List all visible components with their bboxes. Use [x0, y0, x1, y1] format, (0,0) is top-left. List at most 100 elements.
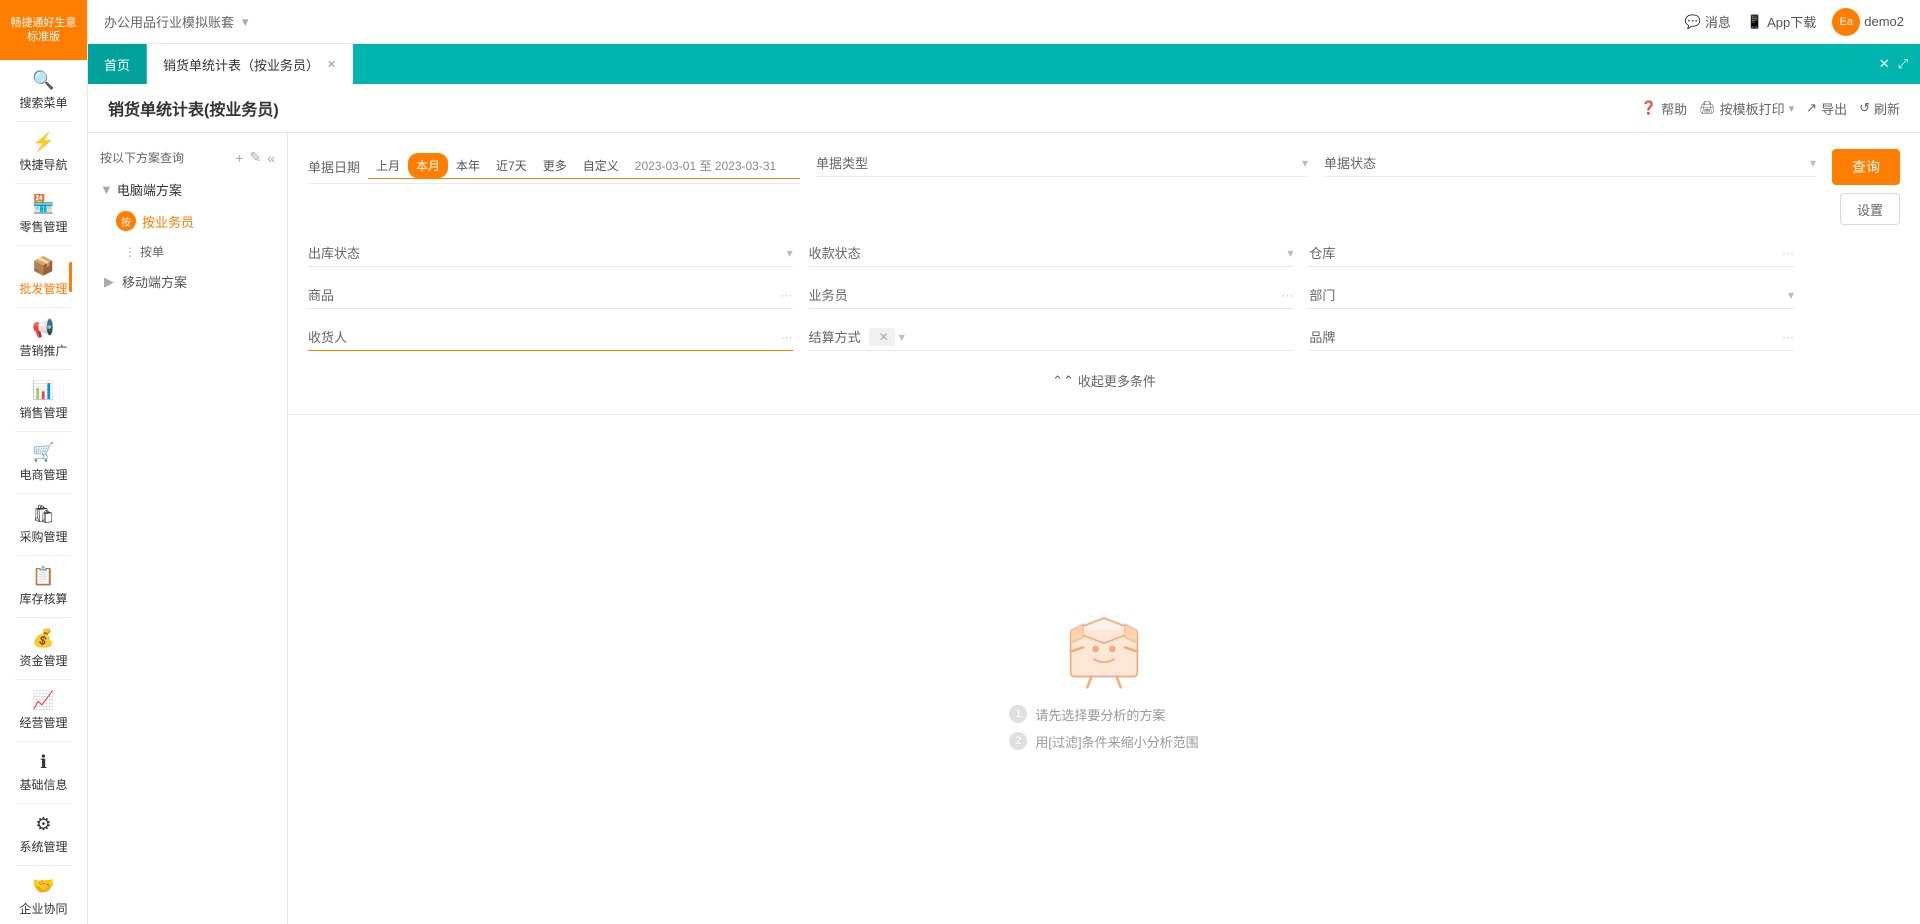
filter-area: 单据日期 上月 本月 本年 近7天 更多 自定义 2023-03-01 至 20… [288, 133, 1920, 415]
print-dropdown-icon: ▾ [1789, 102, 1795, 115]
doc-status-dropdown-icon[interactable]: ▾ [1810, 156, 1816, 170]
sidebar-item-12[interactable]: ⚙ 系统管理 [15, 804, 71, 866]
print-btn[interactable]: 🖨 按模板打印 ▾ [1699, 99, 1794, 118]
warehouse-dots-icon[interactable]: ··· [1782, 246, 1794, 260]
help-btn[interactable]: ❓ 帮助 [1641, 99, 1687, 118]
settlement-label: 结算方式 [809, 327, 869, 346]
doc-type-dropdown-icon[interactable]: ▾ [1302, 156, 1308, 170]
app-download-btn[interactable]: 📱 App下载 [1747, 12, 1816, 31]
department-dropdown-icon[interactable]: ▾ [1788, 288, 1794, 302]
scheme-group-mobile-header[interactable]: ▶ 移动端方案 [88, 266, 287, 297]
tab-close-icon[interactable]: ✕ [327, 58, 336, 71]
settings-button[interactable]: 设置 [1840, 193, 1900, 225]
sidebar-icon-3: 📦 [32, 256, 54, 277]
main-area: 办公用品行业模拟账套 ▾ 💬 消息 📱 App下载 Ea demo2 首页 [88, 0, 1920, 924]
collapse-panel-btn[interactable]: « [267, 150, 275, 166]
tab-close-all-icon[interactable]: ✕ [1879, 56, 1890, 72]
sub-item-by-doc[interactable]: ⋮ 按单 [88, 237, 287, 266]
sidebar-items-container: 🔍 搜索菜单 ⚡ 快捷导航 🏪 零售管理 📦 批发管理 📢 营销推广 📊 销售管… [15, 60, 71, 924]
date-tab-this-year[interactable]: 本年 [448, 153, 488, 178]
sidebar-item-9[interactable]: 💰 资金管理 [15, 618, 71, 680]
filter-receiver: 收货人 ··· [308, 323, 793, 351]
message-icon: 💬 [1685, 14, 1701, 30]
add-scheme-btn[interactable]: + [235, 150, 243, 166]
settlement-tag: ✕ [869, 328, 895, 346]
settlement-value: ✕ ▾ [869, 328, 1294, 346]
sidebar-item-2[interactable]: 🏪 零售管理 [15, 184, 71, 246]
tab-fullscreen-icon[interactable]: ⤢ [1898, 56, 1908, 72]
doc-type-value[interactable]: ▾ [876, 156, 1308, 170]
collapse-row: ⌃⌃ 收起更多条件 [308, 359, 1900, 398]
tab-home[interactable]: 首页 [88, 44, 147, 84]
sidebar-item-6[interactable]: 🛒 电商管理 [15, 432, 71, 494]
salesperson-value[interactable]: ··· [869, 288, 1294, 302]
page-header: 销货单统计表(按业务员) ❓ 帮助 🖨 按模板打印 ▾ ↗ 导出 ↺ 刷新 [88, 84, 1920, 133]
hint-text-2: 用[过滤]条件来缩小分析范围 [1035, 732, 1198, 751]
product-value[interactable]: ··· [368, 288, 793, 302]
empty-hint-1: 1 请先选择要分析的方案 [1009, 705, 1198, 724]
scheme-group-pc: ▼ 电脑端方案 按 按业务员 ⋮ 按单 [88, 174, 287, 266]
receiver-dots-icon[interactable]: ··· [781, 330, 793, 344]
collapse-up-icon: ⌃⌃ [1052, 373, 1074, 389]
collapse-filters-btn[interactable]: ⌃⌃ 收起更多条件 [1044, 363, 1164, 398]
settlement-dropdown-icon[interactable]: ▾ [899, 330, 905, 344]
receiver-label: 收货人 [308, 327, 368, 346]
date-tab-more[interactable]: 更多 [535, 153, 575, 178]
filter-doc-type-row: 单据类型 ▾ [816, 149, 1308, 177]
query-button[interactable]: 查询 [1832, 149, 1900, 185]
out-status-label: 出库状态 [308, 243, 368, 262]
warehouse-label: 仓库 [1309, 243, 1369, 262]
warehouse-value[interactable]: ··· [1369, 246, 1794, 260]
sidebar-item-7[interactable]: 🛍 采购管理 [15, 494, 71, 556]
panel-title: 按以下方案查询 [100, 149, 184, 166]
sidebar-item-10[interactable]: 📈 经营管理 [15, 680, 71, 742]
sidebar-icon-12: ⚙ [35, 814, 51, 835]
refresh-btn[interactable]: ↺ 刷新 [1859, 99, 1900, 118]
out-status-value[interactable]: ▾ [368, 246, 793, 260]
tab-sales-stat[interactable]: 销货单统计表（按业务员） ✕ [147, 44, 353, 84]
industry-dropdown-icon[interactable]: ▾ [242, 14, 249, 30]
scheme-group-mobile: ▶ 移动端方案 [88, 266, 287, 297]
salesperson-dots-icon[interactable]: ··· [1281, 288, 1293, 302]
edit-scheme-btn[interactable]: ✎ [249, 149, 261, 166]
payment-status-dropdown-icon[interactable]: ▾ [1287, 246, 1293, 260]
export-btn[interactable]: ↗ 导出 [1806, 99, 1847, 118]
sidebar-item-3[interactable]: 📦 批发管理 [15, 246, 71, 308]
sidebar-icon-0: 🔍 [32, 70, 54, 91]
user-area[interactable]: Ea demo2 [1832, 8, 1904, 36]
date-tab-7days[interactable]: 近7天 [488, 153, 535, 178]
sidebar-item-5[interactable]: 📊 销售管理 [15, 370, 71, 432]
hint-num-2: 2 [1009, 732, 1027, 750]
empty-illustration [1054, 589, 1154, 689]
doc-status-value[interactable]: ▾ [1384, 156, 1816, 170]
sidebar-label-12: 系统管理 [19, 838, 67, 855]
sidebar-label-11: 基础信息 [19, 776, 67, 793]
sidebar-item-13[interactable]: 🤝 企业协同 [15, 866, 71, 924]
sidebar-label-10: 经营管理 [19, 714, 67, 731]
receiver-input[interactable] [368, 329, 781, 344]
product-label: 商品 [308, 285, 368, 304]
date-tab-custom[interactable]: 自定义 [575, 153, 627, 178]
payment-status-value[interactable]: ▾ [869, 246, 1294, 260]
sidebar-item-1[interactable]: ⚡ 快捷导航 [15, 122, 71, 184]
scheme-item-salesperson[interactable]: 按 按业务员 [88, 205, 287, 237]
sidebar-item-0[interactable]: 🔍 搜索菜单 [15, 60, 71, 122]
sidebar-item-11[interactable]: ℹ 基础信息 [15, 742, 71, 804]
settlement-tag-close[interactable]: ✕ [879, 330, 889, 344]
receiver-value[interactable]: ··· [368, 329, 793, 344]
scheme-group-pc-header[interactable]: ▼ 电脑端方案 [88, 174, 287, 205]
sidebar-item-4[interactable]: 📢 营销推广 [15, 308, 71, 370]
message-btn[interactable]: 💬 消息 [1685, 12, 1731, 31]
industry-label: 办公用品行业模拟账套 [104, 12, 234, 31]
brand-dots-icon[interactable]: ··· [1782, 330, 1794, 344]
help-label: 帮助 [1661, 99, 1687, 118]
sidebar-item-8[interactable]: 📋 库存核算 [15, 556, 71, 618]
out-status-dropdown-icon[interactable]: ▾ [787, 246, 793, 260]
scheme-item-salesperson-label: 按业务员 [142, 212, 194, 231]
date-tab-this-month[interactable]: 本月 [408, 153, 448, 178]
brand-value[interactable]: ··· [1369, 330, 1794, 344]
left-panel: 按以下方案查询 + ✎ « ▼ 电脑端方案 按 [88, 133, 288, 924]
date-tab-last-month[interactable]: 上月 [368, 153, 408, 178]
department-value[interactable]: ▾ [1369, 288, 1794, 302]
product-dots-icon[interactable]: ··· [781, 288, 793, 302]
